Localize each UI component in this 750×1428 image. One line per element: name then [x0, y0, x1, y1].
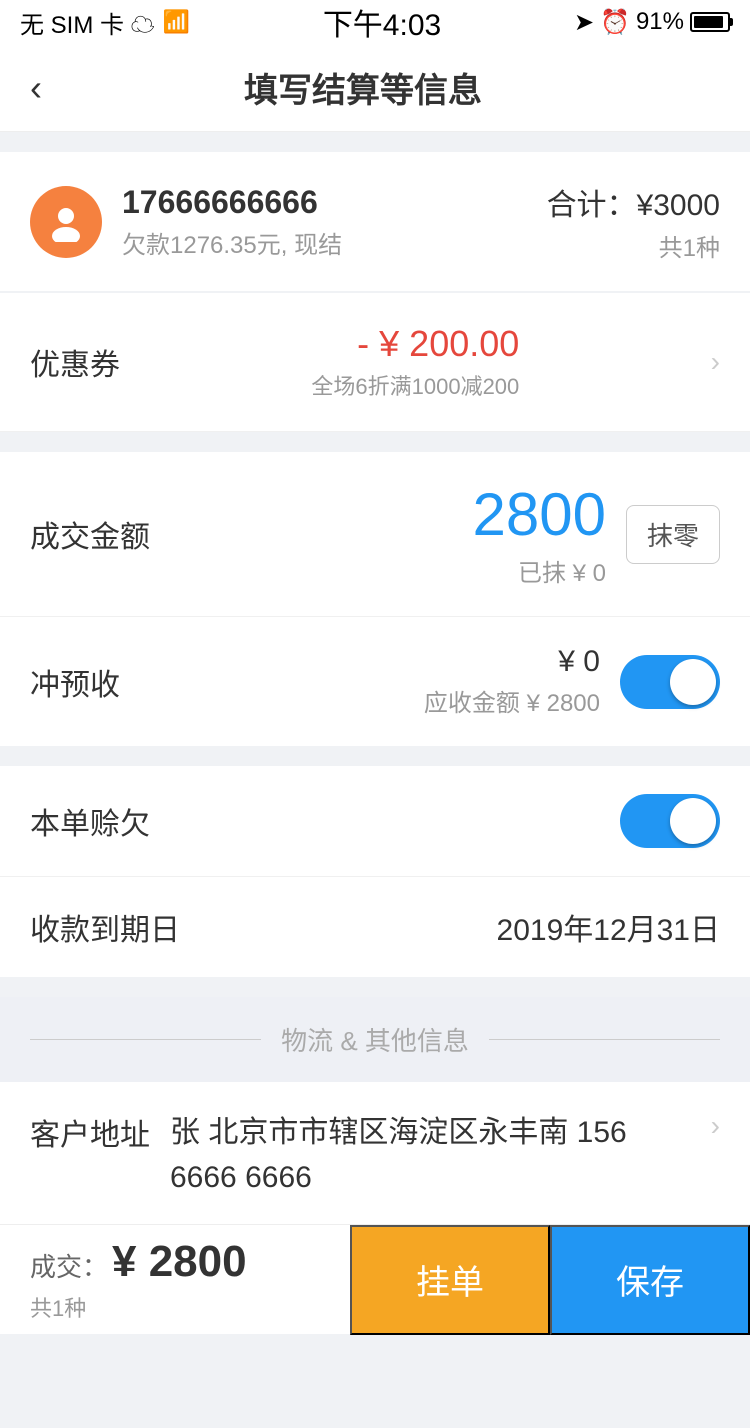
- coupon-label: 优惠券: [30, 340, 120, 384]
- customer-count: 共1种: [547, 228, 720, 263]
- pre-receive-sub: 应收金额 ¥ 2800: [424, 683, 600, 718]
- coupon-right: - ¥ 200.00 全场6折满1000减200: [311, 323, 519, 401]
- page-title: 填写结算等信息: [62, 63, 664, 112]
- customer-total: 合计：¥3000: [547, 180, 720, 224]
- coupon-chevron-icon: ›: [711, 346, 720, 378]
- address-chevron-icon: ›: [711, 1110, 720, 1142]
- section-divider-2: [0, 746, 750, 766]
- transaction-value: 2800: [473, 480, 606, 549]
- customer-sub: 欠款1276.35元, 现结: [122, 225, 342, 260]
- debt-toggle[interactable]: [620, 794, 720, 848]
- customer-info: 17666666666 欠款1276.35元, 现结: [122, 184, 342, 260]
- due-date-row: 收款到期日 2019年12月31日: [0, 877, 750, 977]
- due-date-value: 2019年12月31日: [497, 905, 720, 949]
- address-row[interactable]: 客户地址 张 北京市市辖区海淀区永丰南 156 6666 6666 ›: [0, 1082, 750, 1228]
- coupon-row[interactable]: 优惠券 - ¥ 200.00 全场6折满1000减200 ›: [0, 293, 750, 432]
- bottom-prefix: 成交：: [30, 1247, 108, 1284]
- pre-receive-toggle[interactable]: [620, 655, 720, 709]
- section-label-row: 物流 & 其他信息: [0, 997, 750, 1082]
- address-value: 张 北京市市辖区海淀区永丰南 156 6666 6666: [170, 1110, 691, 1200]
- save-button[interactable]: 保存: [550, 1225, 750, 1335]
- status-right: ➤ ⏰ 91%: [574, 8, 730, 37]
- bottom-bar: 成交： ¥ 2800 共1种 挂单 保存: [0, 1224, 750, 1334]
- section-line-right: [489, 1039, 720, 1040]
- nav-header: ‹ 填写结算等信息: [0, 44, 750, 132]
- debt-label: 本单赊欠: [30, 799, 150, 843]
- bottom-amount: ¥ 2800: [112, 1237, 247, 1287]
- debt-section: 本单赊欠 收款到期日 2019年12月31日: [0, 766, 750, 977]
- debt-toggle-knob: [670, 798, 716, 844]
- status-time: 下午4:03: [323, 0, 441, 44]
- coupon-amount: - ¥ 200.00: [311, 323, 519, 365]
- bottom-summary: 成交： ¥ 2800 共1种: [0, 1237, 350, 1323]
- hang-button[interactable]: 挂单: [350, 1225, 550, 1335]
- pre-receive-value: ¥ 0: [424, 645, 600, 679]
- customer-left: 17666666666 欠款1276.35元, 现结: [30, 184, 342, 260]
- section-divider-1: [0, 432, 750, 452]
- pre-receive-row: 冲预收 ¥ 0 应收金额 ¥ 2800: [0, 617, 750, 746]
- debt-row: 本单赊欠: [0, 766, 750, 877]
- section-line-left: [30, 1039, 261, 1040]
- status-bar: 无 SIM 卡 ☁ 📶 下午4:03 ➤ ⏰ 91%: [0, 0, 750, 44]
- transaction-row: 成交金额 2800 已抹 ¥ 0 抹零: [0, 452, 750, 617]
- transaction-sub: 已抹 ¥ 0: [473, 553, 606, 588]
- transaction-value-block: 2800 已抹 ¥ 0: [473, 480, 606, 588]
- transaction-right: 2800 已抹 ¥ 0 抹零: [473, 480, 721, 588]
- toggle-knob: [670, 659, 716, 705]
- round-button[interactable]: 抹零: [626, 505, 720, 564]
- customer-phone: 17666666666: [122, 184, 342, 221]
- alarm-icon: ⏰: [600, 8, 630, 37]
- section-label-text: 物流 & 其他信息: [281, 1021, 469, 1058]
- transaction-section: 成交金额 2800 已抹 ¥ 0 抹零 冲预收 ¥ 0 应收金额 ¥ 2800: [0, 452, 750, 746]
- sim-label: 无 SIM 卡 ☁: [20, 5, 155, 40]
- section-divider-3: [0, 977, 750, 997]
- battery-icon: [690, 12, 730, 32]
- address-label: 客户地址: [30, 1110, 150, 1154]
- pre-receive-values: ¥ 0 应收金额 ¥ 2800: [424, 645, 600, 718]
- pre-receive-label: 冲预收: [30, 660, 120, 704]
- bottom-count: 共1种: [30, 1291, 320, 1323]
- customer-right: 合计：¥3000 共1种: [547, 180, 720, 263]
- wifi-icon: 📶: [163, 9, 190, 35]
- customer-card: 17666666666 欠款1276.35元, 现结 合计：¥3000 共1种: [0, 152, 750, 291]
- transaction-label: 成交金额: [30, 512, 150, 556]
- battery-percent: 91%: [636, 8, 684, 36]
- avatar: [30, 186, 102, 258]
- due-date-label: 收款到期日: [30, 905, 180, 949]
- location-icon: ➤: [574, 8, 594, 37]
- pre-receive-right: ¥ 0 应收金额 ¥ 2800: [424, 645, 720, 718]
- back-button[interactable]: ‹: [30, 67, 42, 109]
- coupon-desc: 全场6折满1000减200: [311, 369, 519, 401]
- status-left: 无 SIM 卡 ☁ 📶: [20, 5, 190, 40]
